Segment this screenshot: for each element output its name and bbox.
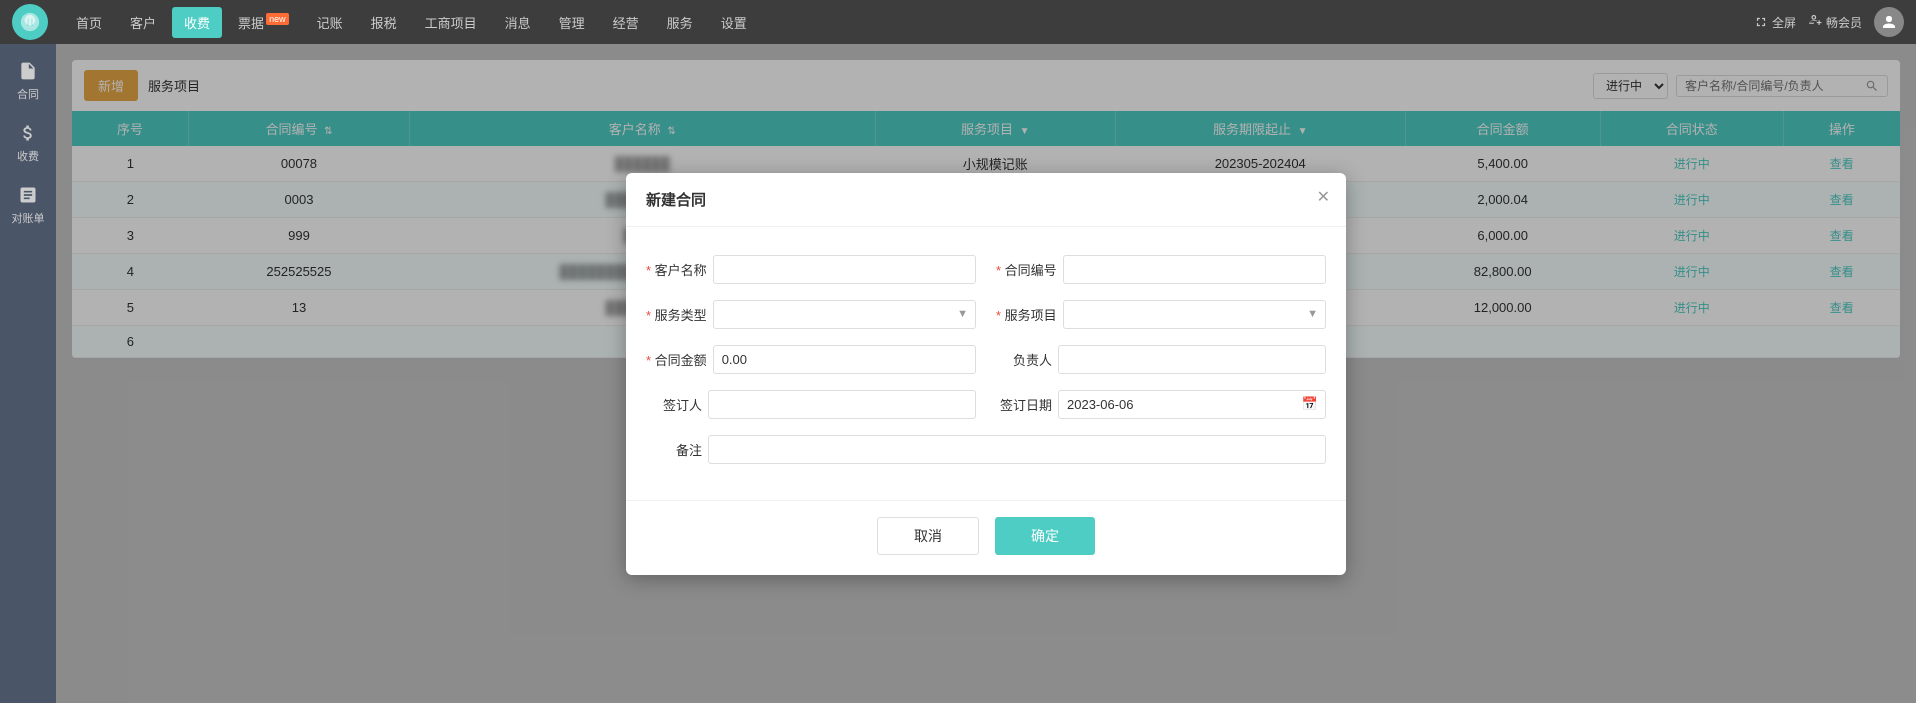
nav-business[interactable]: 工商项目	[413, 7, 489, 38]
fullscreen-label: 全屏	[1772, 14, 1796, 31]
date-wrapper-sign: 📅	[1058, 390, 1326, 419]
sidebar-item-contract[interactable]: 合同	[3, 52, 53, 110]
statement-icon	[17, 184, 39, 206]
label-customer: 客户名称	[646, 260, 707, 279]
left-sidebar: 合同 收费 对账单	[0, 44, 56, 703]
form-group-responsible: 负责人	[996, 345, 1326, 374]
modal-footer: 取消 确定	[626, 500, 1346, 575]
modal-overlay: 新建合同 ✕ 客户名称 合同编号	[56, 44, 1916, 703]
form-group-service-item: 服务项目 ▼	[996, 300, 1326, 329]
select-wrapper-service-type: ▼	[713, 300, 976, 329]
member-button[interactable]: 畅会员	[1808, 14, 1862, 31]
input-contract-amount[interactable]	[713, 345, 976, 374]
new-badge: new	[266, 13, 289, 25]
form-group-contract-no: 合同编号	[996, 255, 1326, 284]
nav-tax[interactable]: 报税	[359, 7, 409, 38]
form-row-5: 备注	[646, 435, 1326, 464]
form-row-1: 客户名称 合同编号	[646, 255, 1326, 284]
sidebar-label-contract: 合同	[17, 86, 39, 102]
label-remarks: 备注	[646, 440, 702, 459]
new-contract-modal: 新建合同 ✕ 客户名称 合同编号	[626, 173, 1346, 575]
fullscreen-button[interactable]: 全屏	[1754, 14, 1796, 31]
nav-customer[interactable]: 客户	[118, 7, 168, 38]
select-service-item[interactable]	[1063, 300, 1326, 329]
label-contract-no: 合同编号	[996, 260, 1057, 279]
form-group-customer: 客户名称	[646, 255, 976, 284]
modal-close-button[interactable]: ✕	[1317, 187, 1330, 207]
nav-service[interactable]: 服务	[655, 7, 705, 38]
sidebar-item-statement[interactable]: 对账单	[3, 176, 53, 234]
label-sign-date: 签订日期	[996, 395, 1052, 414]
input-remarks[interactable]	[708, 435, 1326, 464]
modal-body: 客户名称 合同编号 服务类型	[626, 243, 1346, 500]
nav-menu: 首页 客户 收费 票据new 记账 报税 工商项目 消息 管理 经营 服务 设置	[64, 7, 1754, 38]
select-service-type[interactable]	[713, 300, 976, 329]
sidebar-label-fee: 收费	[17, 148, 39, 164]
sidebar-label-statement: 对账单	[12, 210, 45, 226]
form-group-amount: 合同金额	[646, 345, 976, 374]
nav-message[interactable]: 消息	[493, 7, 543, 38]
label-signer: 签订人	[646, 395, 702, 414]
member-label: 畅会员	[1826, 14, 1862, 31]
label-service-type: 服务类型	[646, 305, 707, 324]
top-navigation: 首页 客户 收费 票据new 记账 报税 工商项目 消息 管理 经营 服务 设置…	[0, 0, 1916, 44]
nav-manage[interactable]: 管理	[547, 7, 597, 38]
main-layout: 合同 收费 对账单 新增 服务项目 进行中 已结束	[0, 44, 1916, 703]
nav-settings[interactable]: 设置	[709, 7, 759, 38]
form-group-sign-date: 签订日期 📅	[996, 390, 1326, 419]
nav-invoice[interactable]: 票据new	[226, 7, 301, 38]
modal-title: 新建合同	[626, 173, 1346, 222]
nav-operation[interactable]: 经营	[601, 7, 651, 38]
form-group-service-type: 服务类型 ▼	[646, 300, 976, 329]
form-row-2: 服务类型 ▼ 服务项目 ▼	[646, 300, 1326, 329]
sidebar-item-fee[interactable]: 收费	[3, 114, 53, 172]
contract-icon	[17, 60, 39, 82]
select-wrapper-service-item: ▼	[1063, 300, 1326, 329]
nav-home[interactable]: 首页	[64, 7, 114, 38]
input-contract-no[interactable]	[1063, 255, 1326, 284]
nav-accounting[interactable]: 记账	[305, 7, 355, 38]
input-sign-date[interactable]	[1058, 390, 1326, 419]
fee-icon	[17, 122, 39, 144]
input-responsible[interactable]	[1058, 345, 1326, 374]
modal-divider	[626, 226, 1346, 227]
input-signer[interactable]	[708, 390, 976, 419]
confirm-button[interactable]: 确定	[995, 517, 1095, 555]
nav-right-area: 全屏 畅会员	[1754, 7, 1904, 37]
form-row-4: 签订人 签订日期 📅	[646, 390, 1326, 419]
cancel-button[interactable]: 取消	[877, 517, 979, 555]
user-avatar[interactable]	[1874, 7, 1904, 37]
form-row-3: 合同金额 负责人	[646, 345, 1326, 374]
label-service-item: 服务项目	[996, 305, 1057, 324]
label-responsible: 负责人	[996, 350, 1052, 369]
label-amount: 合同金额	[646, 350, 707, 369]
app-logo[interactable]	[12, 4, 48, 40]
input-customer-name[interactable]	[713, 255, 976, 284]
main-area: 新增 服务项目 进行中 已结束 全部	[56, 44, 1916, 703]
form-group-signer: 签订人	[646, 390, 976, 419]
nav-billing[interactable]: 收费	[172, 7, 222, 38]
form-group-remarks: 备注	[646, 435, 1326, 464]
